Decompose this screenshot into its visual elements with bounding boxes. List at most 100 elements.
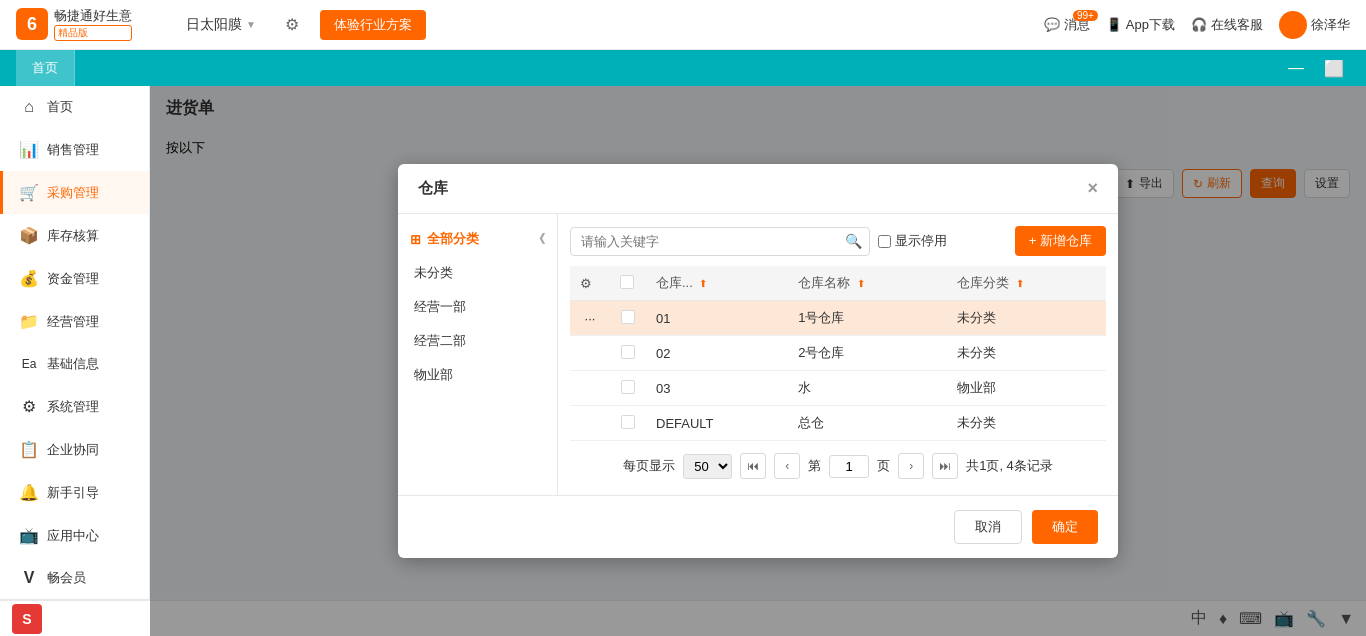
modal-body: ⊞ 全部分类 《 未分类 经营一部 经营二部 物业部 [398, 214, 1118, 495]
minimize-button[interactable]: — [1282, 59, 1310, 77]
row-checkbox[interactable] [621, 345, 635, 359]
maximize-button[interactable]: ⬜ [1318, 59, 1350, 78]
col-code: 仓库... ⬆ [646, 266, 788, 301]
sidebar-item-inventory[interactable]: 📦 库存核算 [0, 214, 149, 257]
table-row[interactable]: DEFAULT 总仓 未分类 [570, 406, 1106, 441]
show-disabled-label[interactable]: 显示停用 [878, 232, 947, 250]
warehouse-modal: 仓库 × ⊞ 全部分类 《 未分类 经营一部 经营二部 [398, 164, 1118, 558]
sidebar: ⌂ 首页 📊 销售管理 🛒 采购管理 📦 库存核算 💰 资金管理 📁 经营管理 … [0, 86, 150, 636]
row-category: 未分类 [947, 406, 1106, 441]
col-name: 仓库名称 ⬆ [788, 266, 947, 301]
sidebar-item-enterprise[interactable]: 📋 企业协同 [0, 428, 149, 471]
category-unclassified[interactable]: 未分类 [398, 256, 557, 290]
row-name: 水 [788, 371, 947, 406]
page-size-select[interactable]: 50 [683, 454, 732, 479]
sidebar-item-guide[interactable]: 🔔 新手引导 [0, 471, 149, 514]
sidebar-item-system[interactable]: ⚙ 系统管理 [0, 385, 149, 428]
row-name: 1号仓库 [788, 301, 947, 336]
taskbar-logo: S [12, 604, 42, 634]
finance-icon: 💰 [19, 269, 39, 288]
sidebar-item-member[interactable]: V 畅会员 [0, 557, 149, 599]
enterprise-icon: 📋 [19, 440, 39, 459]
all-categories-item[interactable]: ⊞ 全部分类 《 [398, 222, 557, 256]
page-number-input[interactable] [829, 455, 869, 478]
notification-button[interactable]: 💬 消息 99+ [1044, 16, 1090, 34]
sidebar-item-home[interactable]: ⌂ 首页 [0, 86, 149, 128]
online-service-button[interactable]: 🎧 在线客服 [1191, 16, 1263, 34]
settings-col-icon: ⚙ [580, 276, 592, 291]
last-page-button[interactable]: ⏭ [932, 453, 958, 479]
modal-title: 仓库 [418, 179, 448, 198]
row-checkbox-cell [610, 336, 646, 371]
phone-icon: 📱 [1106, 17, 1122, 32]
tab-home[interactable]: 首页 [16, 50, 75, 86]
user-name: 徐泽华 [1311, 16, 1350, 34]
col-checkbox [610, 266, 646, 301]
row-checkbox-cell [610, 371, 646, 406]
show-disabled-checkbox[interactable] [878, 235, 891, 248]
row-code: 02 [646, 336, 788, 371]
category-ops2[interactable]: 经营二部 [398, 324, 557, 358]
row-checkbox[interactable] [621, 415, 635, 429]
operations-icon: 📁 [19, 312, 39, 331]
user-menu-button[interactable]: 徐泽华 [1279, 11, 1350, 39]
row-checkbox-cell [610, 301, 646, 336]
table-row[interactable]: 03 水 物业部 [570, 371, 1106, 406]
inventory-icon: 📦 [19, 226, 39, 245]
category-ops1[interactable]: 经营一部 [398, 290, 557, 324]
first-page-button[interactable]: ⏮ [740, 453, 766, 479]
sidebar-item-operations[interactable]: 📁 经营管理 [0, 300, 149, 343]
row-actions: ··· [570, 301, 610, 336]
topbar: 6 畅捷通好生意 精品版 日太阳膜 ▼ ⚙ 体验行业方案 💬 消息 99+ 📱 … [0, 0, 1366, 50]
modal-footer: 取消 确定 [398, 495, 1118, 558]
main-layout: ⌂ 首页 📊 销售管理 🛒 采购管理 📦 库存核算 💰 资金管理 📁 经营管理 … [0, 86, 1366, 636]
app-download-button[interactable]: 📱 App下载 [1106, 16, 1175, 34]
row-actions [570, 336, 610, 371]
row-name: 总仓 [788, 406, 947, 441]
logo-icon: 6 [16, 8, 48, 40]
modal-backdrop: 仓库 × ⊞ 全部分类 《 未分类 经营一部 经营二部 [150, 86, 1366, 636]
sidebar-item-basic-info[interactable]: Ea 基础信息 [0, 343, 149, 385]
total-info: 共1页, 4条记录 [966, 457, 1053, 475]
notification-badge: 99+ [1073, 10, 1098, 21]
system-icon: ⚙ [19, 397, 39, 416]
table-row[interactable]: 02 2号仓库 未分类 [570, 336, 1106, 371]
table-header: ⚙ 仓库... ⬆ 仓库名称 ⬆ [570, 266, 1106, 301]
basic-info-icon: Ea [19, 357, 39, 371]
warehouse-table: ⚙ 仓库... ⬆ 仓库名称 ⬆ [570, 266, 1106, 441]
search-input[interactable] [570, 227, 870, 256]
row-name: 2号仓库 [788, 336, 947, 371]
category-property[interactable]: 物业部 [398, 358, 557, 392]
cat-collapse-icon[interactable]: 《 [533, 231, 545, 248]
store-selector[interactable]: 日太阳膜 ▼ [178, 12, 264, 38]
sort-name-icon: ⬆ [857, 278, 865, 289]
headset-icon: 🎧 [1191, 17, 1207, 32]
message-icon: 💬 [1044, 17, 1060, 32]
row-checkbox-cell [610, 406, 646, 441]
cancel-button[interactable]: 取消 [954, 510, 1022, 544]
row-checkbox[interactable] [621, 380, 635, 394]
col-category: 仓库分类 ⬆ [947, 266, 1106, 301]
search-icon: 🔍 [845, 233, 862, 249]
logo-area: 6 畅捷通好生意 精品版 [16, 8, 166, 41]
gear-button[interactable]: ⚙ [276, 9, 308, 41]
trial-button[interactable]: 体验行业方案 [320, 10, 426, 40]
sidebar-item-finance[interactable]: 💰 资金管理 [0, 257, 149, 300]
prev-page-button[interactable]: ‹ [774, 453, 800, 479]
row-actions [570, 406, 610, 441]
next-page-button[interactable]: › [898, 453, 924, 479]
modal-close-button[interactable]: × [1087, 178, 1098, 199]
page-label: 第 [808, 457, 821, 475]
add-warehouse-button[interactable]: + 新增仓库 [1015, 226, 1106, 256]
row-code: 01 [646, 301, 788, 336]
sidebar-item-purchase[interactable]: 🛒 采购管理 [0, 171, 149, 214]
row-checkbox[interactable] [621, 310, 635, 324]
confirm-button[interactable]: 确定 [1032, 510, 1098, 544]
table-container: ⚙ 仓库... ⬆ 仓库名称 ⬆ [570, 266, 1106, 441]
row-more-icon[interactable]: ··· [585, 311, 596, 326]
select-all-checkbox[interactable] [620, 275, 634, 289]
sidebar-item-apps[interactable]: 📺 应用中心 [0, 514, 149, 557]
table-row[interactable]: ··· 01 1号仓库 未分类 [570, 301, 1106, 336]
sidebar-item-sales[interactable]: 📊 销售管理 [0, 128, 149, 171]
pagination: 每页显示 50 ⏮ ‹ 第 页 › ⏭ 共1页, 4条记录 [570, 441, 1106, 483]
